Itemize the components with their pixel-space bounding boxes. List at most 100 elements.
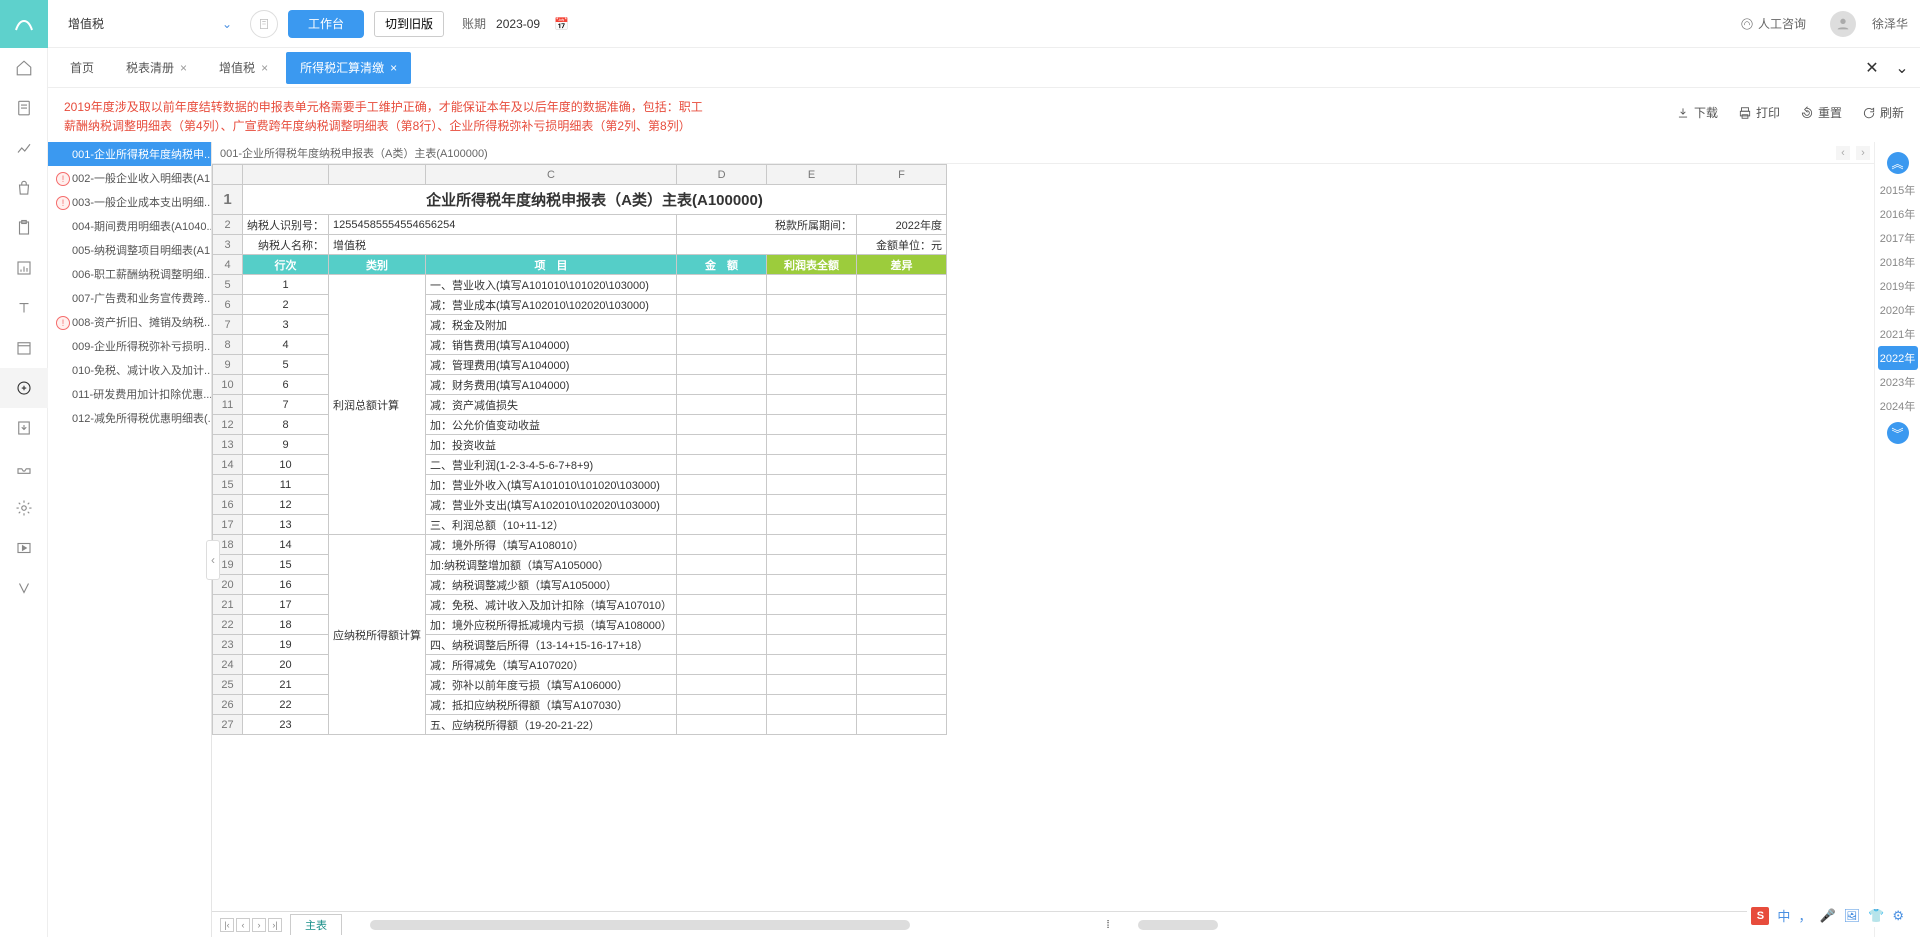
ime-mic-icon[interactable]: 🎤 (1819, 908, 1835, 924)
sheet-prev-icon[interactable]: ‹ (1836, 146, 1850, 160)
warn-icon (56, 220, 68, 232)
form-list-item[interactable]: 011-研发费用加计扣除优惠... (48, 382, 211, 406)
form-list: 001-企业所得税年度纳税申...002-一般企业收入明细表(A1...003-… (48, 142, 212, 937)
year-down-icon[interactable]: ︾ (1887, 422, 1909, 444)
nav-video-icon[interactable] (0, 528, 48, 568)
form-list-item[interactable]: 003-一般企业成本支出明细... (48, 190, 211, 214)
ime-widget: S 中 ， 🎤 🖼 👕 ⚙ (1747, 904, 1908, 927)
warn-icon (56, 172, 68, 184)
icon-sidebar (0, 0, 48, 937)
ime-logo[interactable]: S (1751, 907, 1769, 925)
switch-old-button[interactable]: 切到旧版 (374, 11, 444, 37)
tab-增值税[interactable]: 增值税× (205, 52, 282, 84)
year-up-icon[interactable]: ︽ (1887, 152, 1909, 174)
form-list-item[interactable]: 002-一般企业收入明细表(A1... (48, 166, 211, 190)
year-2017年[interactable]: 2017年 (1878, 226, 1918, 250)
form-list-item[interactable]: 012-减免所得税优惠明细表(... (48, 406, 211, 430)
sheet-nav-next[interactable]: › (252, 918, 266, 932)
ime-lang[interactable]: 中 (1777, 906, 1790, 925)
warn-icon (56, 244, 68, 256)
close-all-icon[interactable]: ✕ (1862, 58, 1882, 78)
year-rail: ︽ 2015年2016年2017年2018年2019年2020年2021年202… (1874, 142, 1920, 937)
period-label: 账期 (462, 15, 486, 32)
reset-action[interactable]: 重置 (1800, 104, 1842, 121)
warn-icon (56, 412, 68, 424)
warn-icon (56, 268, 68, 280)
form-list-item[interactable]: 007-广告费和业务宣传费跨... (48, 286, 211, 310)
nav-export-icon[interactable] (0, 408, 48, 448)
year-2019年[interactable]: 2019年 (1878, 274, 1918, 298)
chevron-down-icon: ⌄ (222, 17, 232, 31)
ime-punct[interactable]: ， (1798, 906, 1811, 925)
tabbar: 首页税表清册×增值税×所得税汇算清缴× ✕ ⌄ (48, 48, 1920, 88)
warn-icon (56, 292, 68, 304)
company-selector[interactable]: 增值税 ⌄ (60, 9, 240, 39)
close-icon[interactable]: × (261, 61, 268, 75)
sheet-tab-main[interactable]: 主表 (290, 914, 342, 935)
company-name: 增值税 (68, 15, 104, 32)
nav-settings-icon[interactable] (0, 488, 48, 528)
nav-calendar-icon[interactable] (0, 328, 48, 368)
calendar-icon[interactable]: 📅 (554, 17, 569, 31)
print-action[interactable]: 打印 (1738, 104, 1780, 121)
download-action[interactable]: 下载 (1676, 104, 1718, 121)
nav-report-icon[interactable] (0, 248, 48, 288)
tab-所得税汇算清缴[interactable]: 所得税汇算清缴× (286, 52, 411, 84)
form-list-item[interactable]: 008-资产折旧、摊销及纳税... (48, 310, 211, 334)
year-2015年[interactable]: 2015年 (1878, 178, 1918, 202)
spreadsheet-grid[interactable]: C D E F 1企业所得税年度纳税申报表（A类）主表(A100000)2纳税人… (212, 164, 1874, 911)
ime-menu-icon[interactable]: ⚙ (1892, 908, 1904, 924)
warn-icon (56, 148, 68, 160)
year-2022年[interactable]: 2022年 (1878, 346, 1918, 370)
sheet-next-icon[interactable]: › (1856, 146, 1870, 160)
sheet-nav-prev[interactable]: ‹ (236, 918, 250, 932)
form-list-item[interactable]: 001-企业所得税年度纳税申... (48, 142, 211, 166)
topbar: 增值税 ⌄ 工作台 切到旧版 账期 2023-09 📅 人工咨询 徐泽华 (48, 0, 1920, 48)
workspace-button[interactable]: 工作台 (288, 10, 364, 38)
form-list-item[interactable]: 004-期间费用明细表(A1040... (48, 214, 211, 238)
avatar[interactable] (1830, 11, 1856, 37)
nav-v-icon[interactable] (0, 568, 48, 608)
year-2023年[interactable]: 2023年 (1878, 370, 1918, 394)
year-2024年[interactable]: 2024年 (1878, 394, 1918, 418)
form-list-item[interactable]: 006-职工薪酬纳税调整明细... (48, 262, 211, 286)
username: 徐泽华 (1872, 15, 1908, 32)
year-2021年[interactable]: 2021年 (1878, 322, 1918, 346)
nav-inbox-icon[interactable] (0, 448, 48, 488)
warn-icon (56, 364, 68, 376)
tab-首页[interactable]: 首页 (56, 52, 108, 84)
warn-icon (56, 196, 68, 208)
nav-tax-icon[interactable] (0, 368, 48, 408)
year-2020年[interactable]: 2020年 (1878, 298, 1918, 322)
period-value: 2023-09 (496, 17, 540, 31)
ime-skin-icon[interactable]: 👕 (1868, 908, 1884, 924)
support-label: 人工咨询 (1758, 15, 1806, 32)
hscroll[interactable] (370, 920, 1098, 930)
form-list-item[interactable]: 009-企业所得税弥补亏损明... (48, 334, 211, 358)
nav-home-icon[interactable] (0, 48, 48, 88)
warning-text: 2019年度涉及取以前年度结转数据的申报表单元格需要手工维护正确，才能保证本年及… (64, 98, 704, 136)
nav-text-icon[interactable] (0, 288, 48, 328)
support-link[interactable]: 人工咨询 (1740, 15, 1806, 32)
tab-税表清册[interactable]: 税表清册× (112, 52, 201, 84)
sheet-tabs: |‹ ‹ › ›| 主表 ⁞ (212, 911, 1874, 937)
refresh-action[interactable]: 刷新 (1862, 104, 1904, 121)
nav-clipboard-icon[interactable] (0, 208, 48, 248)
app-logo (0, 0, 48, 48)
form-list-item[interactable]: 010-免税、减计收入及加计... (48, 358, 211, 382)
form-list-item[interactable]: 005-纳税调整项目明细表(A1... (48, 238, 211, 262)
ime-img-icon[interactable]: 🖼 (1844, 908, 1861, 924)
year-2018年[interactable]: 2018年 (1878, 250, 1918, 274)
nav-chart-icon[interactable] (0, 128, 48, 168)
year-2016年[interactable]: 2016年 (1878, 202, 1918, 226)
note-icon[interactable] (250, 10, 278, 38)
close-icon[interactable]: × (180, 61, 187, 75)
nav-doc-icon[interactable] (0, 88, 48, 128)
nav-bag-icon[interactable] (0, 168, 48, 208)
warn-icon (56, 316, 68, 328)
sheet-nav-first[interactable]: |‹ (220, 918, 234, 932)
sheet-nav-last[interactable]: ›| (268, 918, 282, 932)
collapse-handle[interactable]: ‹ (206, 540, 220, 580)
close-icon[interactable]: × (390, 61, 397, 75)
tab-menu-icon[interactable]: ⌄ (1892, 58, 1912, 78)
